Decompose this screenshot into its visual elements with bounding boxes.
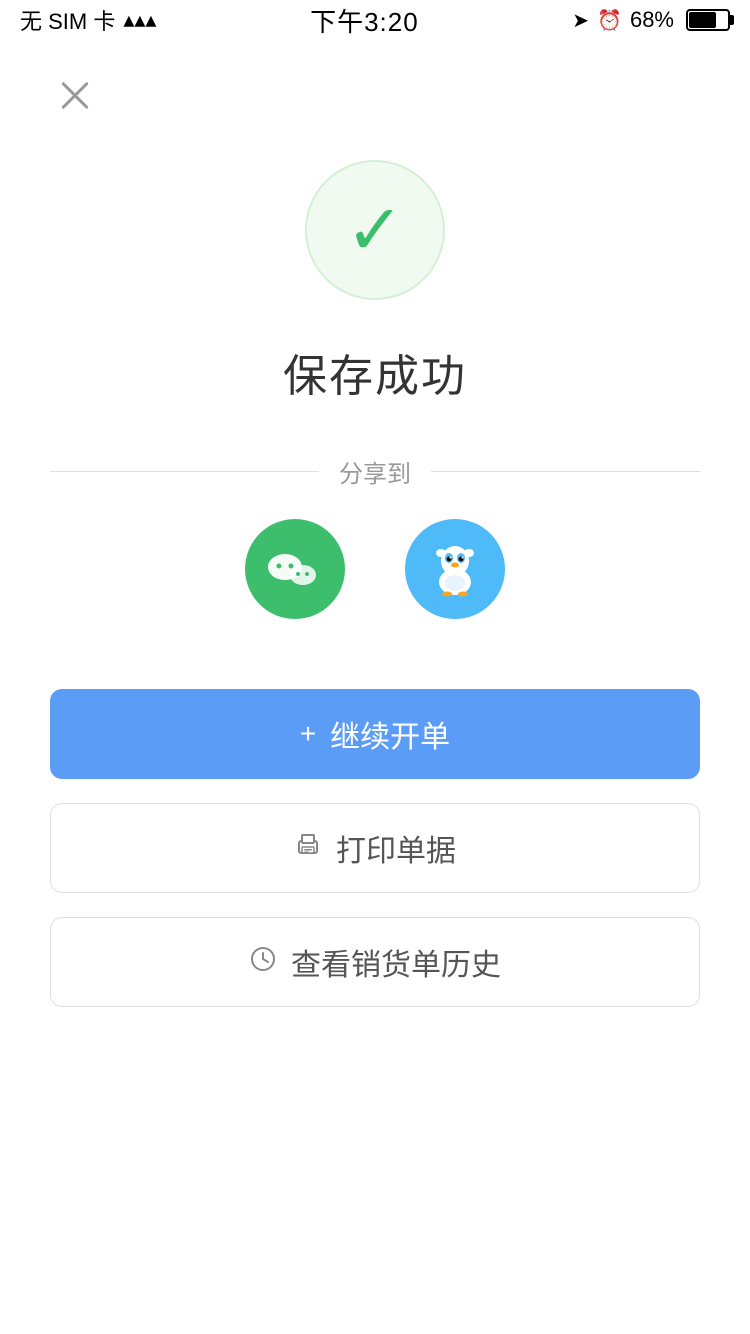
history-label: 查看销货单历史 [291, 940, 501, 984]
status-bar: 无 SIM 卡 ▴▴▴ 下午3:20 ➤ ⏰ 68% [0, 0, 750, 40]
wifi-icon: ▴▴▴ [123, 7, 156, 33]
battery-text: 68% [630, 7, 674, 33]
divider-left [50, 471, 319, 472]
actions-section: + 继续开单 打印单据 [50, 689, 700, 1007]
wechat-share-button[interactable] [245, 519, 345, 619]
success-icon-circle: ✓ [305, 160, 445, 300]
view-history-button[interactable]: 查看销货单历史 [50, 917, 700, 1007]
checkmark-icon: ✓ [346, 195, 405, 265]
qq-svg-icon [425, 539, 485, 599]
print-button[interactable]: 打印单据 [50, 803, 700, 893]
continue-order-button[interactable]: + 继续开单 [50, 689, 700, 779]
status-carrier: 无 SIM 卡 ▴▴▴ [20, 4, 156, 36]
main-content: ✓ 保存成功 分享到 [0, 120, 750, 1334]
save-success-title: 保存成功 [283, 340, 467, 404]
share-icons-row [245, 519, 505, 619]
qq-share-button[interactable] [405, 519, 505, 619]
close-button[interactable] [50, 70, 100, 120]
carrier-text: 无 SIM 卡 [20, 4, 115, 36]
location-icon: ➤ [572, 8, 589, 33]
history-icon [249, 945, 277, 980]
continue-order-label: 继续开单 [330, 712, 450, 756]
print-icon [294, 831, 322, 866]
wechat-svg-icon [263, 537, 327, 601]
battery-icon [686, 9, 730, 31]
share-section: 分享到 [50, 454, 700, 619]
plus-icon: + [300, 718, 316, 750]
status-right: ➤ ⏰ 68% [572, 7, 730, 33]
alarm-icon: ⏰ [597, 8, 622, 33]
status-time: 下午3:20 [310, 2, 419, 39]
share-label: 分享到 [339, 454, 411, 489]
divider-right [431, 471, 700, 472]
share-divider-row: 分享到 [50, 454, 700, 489]
print-label: 打印单据 [336, 826, 456, 870]
